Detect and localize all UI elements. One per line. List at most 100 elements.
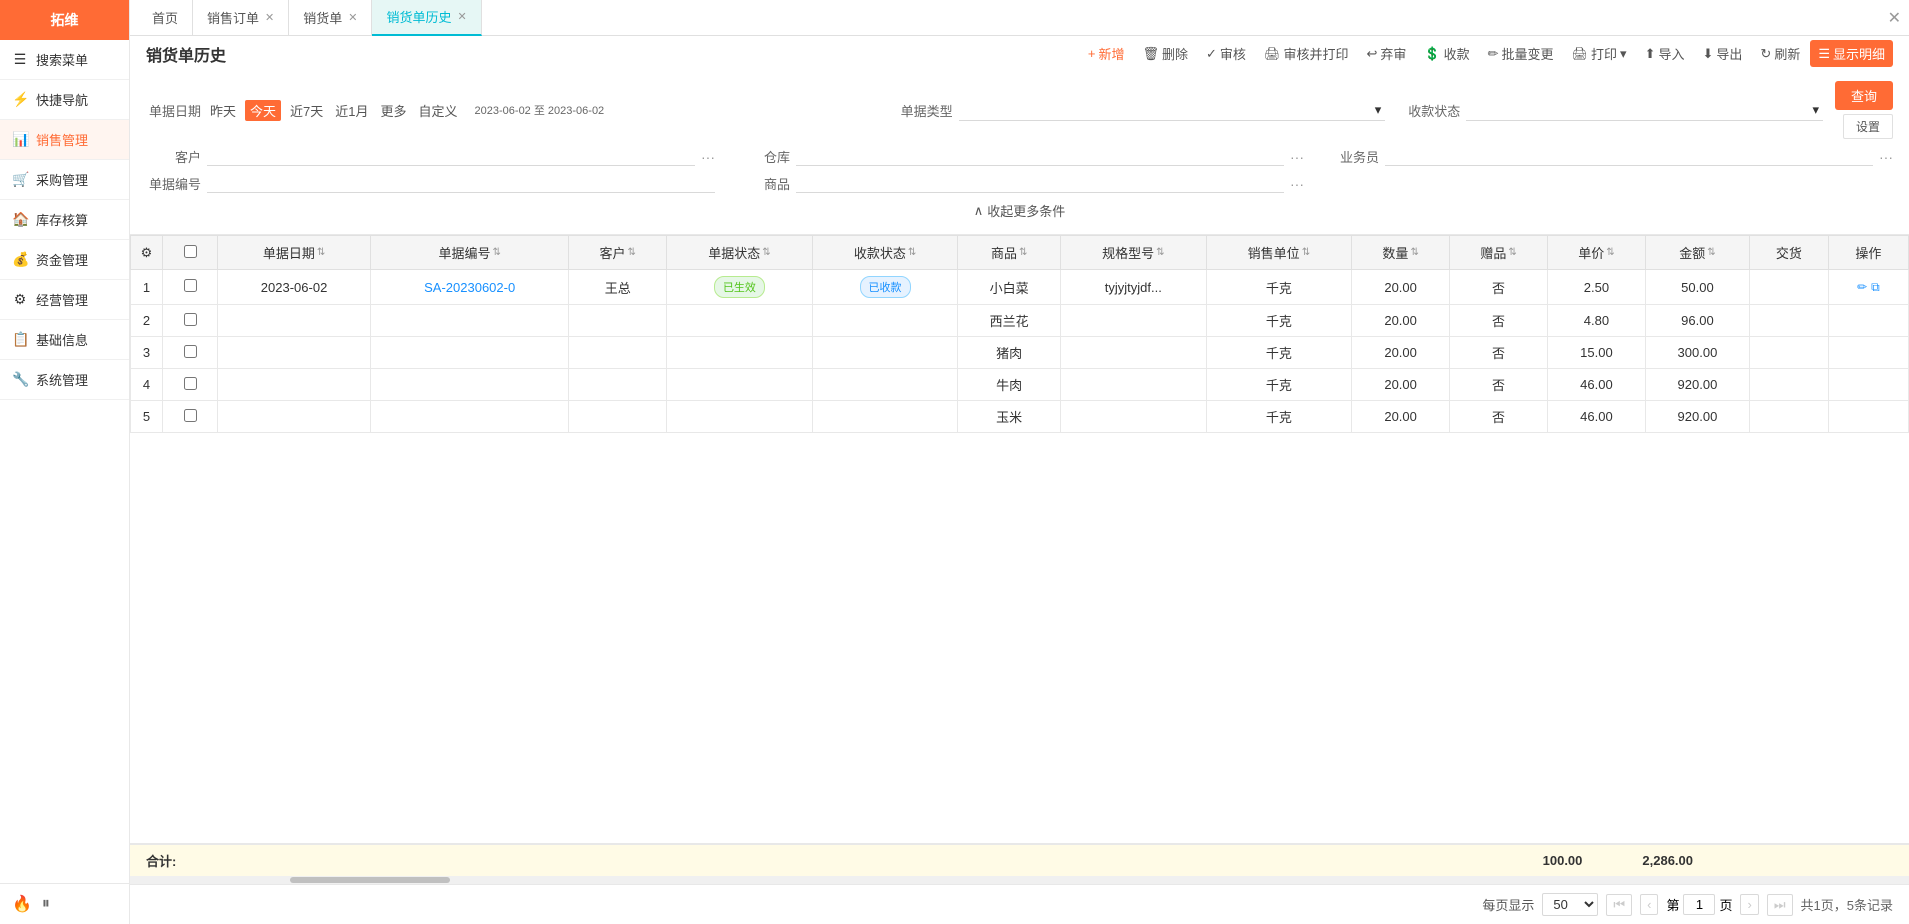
cell-pay-status: [812, 305, 958, 337]
sidebar-item-search-menu[interactable]: ☰ 搜索菜单: [0, 40, 129, 80]
sidebar-item-purchase-mgmt[interactable]: 🛒 采购管理: [0, 160, 129, 200]
tab-sales-history-close[interactable]: ✕: [458, 10, 467, 23]
th-qty[interactable]: 数量 ⇅: [1352, 236, 1450, 270]
sidebar-fire-icon[interactable]: 🔥: [12, 894, 32, 914]
collapse-button[interactable]: ∧ 收起更多条件: [970, 197, 1070, 224]
warehouse-input[interactable]: [796, 147, 1284, 166]
last-page-button[interactable]: ⏭: [1767, 894, 1793, 916]
edit-button[interactable]: ✏: [1857, 280, 1867, 294]
filter-row-3: 单据编号 商品 ···: [146, 174, 1893, 193]
refresh-button[interactable]: ↻ 刷新: [1752, 40, 1808, 67]
tab-sales-delivery-close[interactable]: ✕: [348, 11, 357, 24]
tab-home[interactable]: 首页: [138, 0, 193, 36]
tab-sales-order[interactable]: 销售订单 ✕: [193, 0, 289, 36]
row-checkbox[interactable]: [184, 377, 197, 390]
th-goods[interactable]: 商品 ⇅: [958, 236, 1061, 270]
batch-change-button[interactable]: ✏ 批量变更: [1480, 40, 1562, 67]
import-button[interactable]: ⬆ 导入: [1637, 40, 1693, 67]
query-button[interactable]: 查询: [1835, 81, 1893, 110]
data-table: ⚙ 单据日期 ⇅ 单据编号 ⇅: [130, 235, 1909, 433]
shortcut-more[interactable]: 更多: [378, 100, 410, 121]
table-row: 3猪肉千克20.00否15.00300.00: [131, 337, 1909, 369]
tab-sales-history[interactable]: 销货单历史 ✕: [372, 0, 481, 36]
first-page-button[interactable]: ⏮: [1606, 894, 1632, 916]
tab-sales-order-close[interactable]: ✕: [265, 11, 274, 24]
sidebar-item-label: 系统管理: [36, 370, 88, 389]
page-number-input[interactable]: [1683, 894, 1715, 915]
salesperson-input[interactable]: [1385, 147, 1873, 166]
audit-icon: ✓: [1206, 46, 1217, 62]
salesperson-dots-button[interactable]: ···: [1879, 149, 1893, 165]
sidebar-item-sales-mgmt[interactable]: 📊 销售管理: [0, 120, 129, 160]
tab-sales-delivery[interactable]: 销货单 ✕: [289, 0, 372, 36]
prev-page-button[interactable]: ‹: [1640, 894, 1658, 915]
sidebar-item-basic-info[interactable]: 📋 基础信息: [0, 320, 129, 360]
sidebar-item-fund-mgmt[interactable]: 💰 资金管理: [0, 240, 129, 280]
customer-dots-button[interactable]: ···: [701, 149, 715, 165]
collect-status-select[interactable]: ▾: [1466, 100, 1823, 121]
audit-button[interactable]: ✓ 审核: [1198, 40, 1254, 67]
main-content: 首页 销售订单 ✕ 销货单 ✕ 销货单历史 ✕ ✕ 销货单历史 + 新增 🗑 删…: [130, 0, 1909, 924]
th-checkbox: [163, 236, 218, 270]
th-doc-no[interactable]: 单据编号 ⇅: [371, 236, 569, 270]
th-unit-price[interactable]: 单价 ⇅: [1547, 236, 1645, 270]
new-button[interactable]: + 新增: [1080, 40, 1133, 67]
warehouse-dots-button[interactable]: ···: [1290, 149, 1304, 165]
row-checkbox[interactable]: [184, 345, 197, 358]
audit-print-button[interactable]: 🖨 审核并打印: [1256, 40, 1357, 67]
next-page-button[interactable]: ›: [1740, 894, 1758, 915]
th-pay-status[interactable]: 收款状态 ⇅: [812, 236, 958, 270]
th-spec-sort-icon: ⇅: [1156, 247, 1164, 258]
shortcut-1month[interactable]: 近1月: [332, 100, 371, 121]
shortcut-yesterday[interactable]: 昨天: [207, 100, 239, 121]
th-doc-no-sort-icon: ⇅: [492, 247, 500, 258]
sidebar-item-quick-nav[interactable]: ⚡ 快捷导航: [0, 80, 129, 120]
print-button[interactable]: 🖨 打印 ▾: [1564, 40, 1635, 67]
delete-button[interactable]: 🗑 删除: [1134, 40, 1196, 67]
cell-doc-status: [667, 305, 813, 337]
abandon-button[interactable]: ↩ 弃审: [1358, 40, 1414, 67]
row-checkbox[interactable]: [184, 313, 197, 326]
th-doc-date[interactable]: 单据日期 ⇅: [218, 236, 371, 270]
shortcut-today[interactable]: 今天: [245, 100, 281, 121]
goods-input[interactable]: [796, 174, 1284, 193]
row-checkbox[interactable]: [184, 409, 197, 422]
row-checkbox[interactable]: [184, 279, 197, 292]
cell-doc-status: [667, 369, 813, 401]
pay-status-badge: 已收款: [860, 276, 911, 298]
close-all-tabs-button[interactable]: ✕: [1888, 8, 1901, 28]
goods-dots-button[interactable]: ···: [1290, 176, 1304, 192]
sidebar-item-sys-mgmt[interactable]: 🔧 系统管理: [0, 360, 129, 400]
doc-no-input[interactable]: [207, 174, 715, 193]
th-unit[interactable]: 销售单位 ⇅: [1206, 236, 1352, 270]
horizontal-scrollbar[interactable]: [130, 876, 1909, 884]
doc-type-label: 单据类型: [898, 101, 953, 120]
th-spec[interactable]: 规格型号 ⇅: [1061, 236, 1207, 270]
sidebar-pause-icon[interactable]: ⏸: [42, 895, 50, 913]
doc-no-link[interactable]: SA-20230602-0: [424, 280, 515, 295]
shortcut-custom[interactable]: 自定义: [416, 100, 461, 121]
th-customer[interactable]: 客户 ⇅: [569, 236, 667, 270]
cell-pay-status: [812, 337, 958, 369]
customer-input[interactable]: [207, 147, 695, 166]
collect-button[interactable]: 💲 收款: [1416, 40, 1477, 67]
th-gift[interactable]: 赠品 ⇅: [1450, 236, 1548, 270]
th-goods-sort-icon: ⇅: [1019, 247, 1027, 258]
shortcut-7days[interactable]: 近7天: [287, 100, 326, 121]
show-detail-button[interactable]: ☰ 显示明细: [1810, 40, 1893, 67]
toolbar: + 新增 🗑 删除 ✓ 审核 🖨 审核并打印 ↩ 弃审 💲 收款: [1080, 40, 1893, 67]
copy-button[interactable]: ⧉: [1871, 280, 1880, 294]
settings-button[interactable]: 设置: [1843, 114, 1893, 139]
export-button[interactable]: ⬇ 导出: [1694, 40, 1750, 67]
th-amount[interactable]: 金额 ⇅: [1645, 236, 1749, 270]
page-size-select[interactable]: 50 100 200: [1542, 893, 1598, 916]
filter-area: 单据日期 昨天 今天 近7天 近1月 更多 自定义 2023-06-02 至 2…: [130, 71, 1909, 235]
th-settings[interactable]: ⚙: [131, 236, 163, 270]
select-all-checkbox[interactable]: [184, 245, 197, 258]
cell-doc-no: SA-20230602-0: [371, 270, 569, 305]
sidebar-item-inventory-calc[interactable]: 🏠 库存核算: [0, 200, 129, 240]
sidebar-item-ops-mgmt[interactable]: ⚙ 经营管理: [0, 280, 129, 320]
th-doc-status[interactable]: 单据状态 ⇅: [667, 236, 813, 270]
doc-type-select[interactable]: ▾: [959, 100, 1386, 121]
scrollbar-thumb[interactable]: [290, 877, 450, 883]
